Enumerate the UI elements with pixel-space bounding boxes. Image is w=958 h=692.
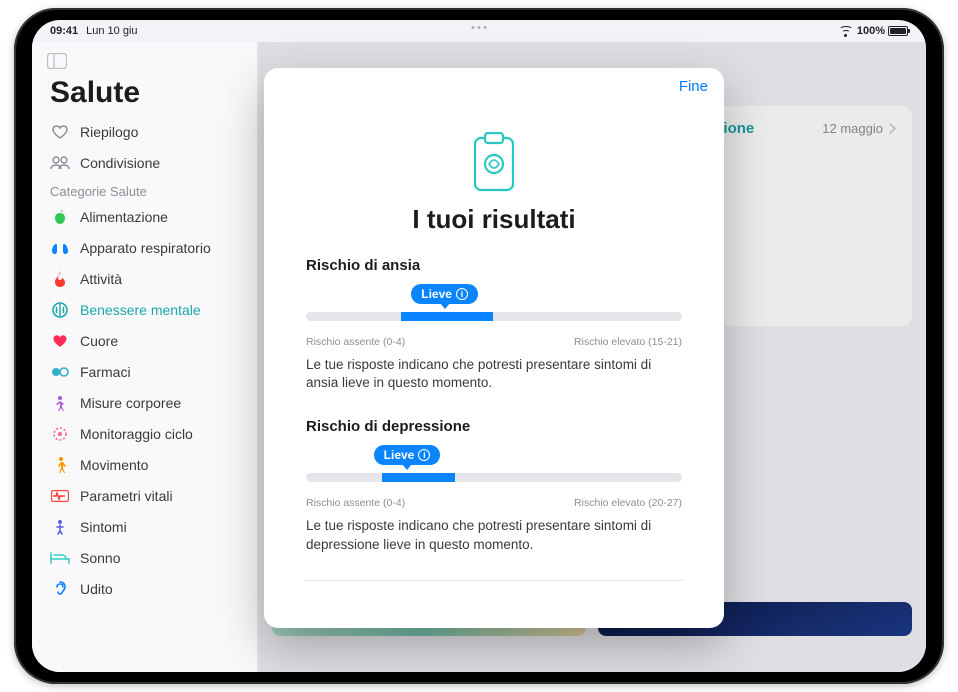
info-icon[interactable]: i	[456, 288, 468, 300]
body-icon	[50, 395, 70, 411]
risk-block: Rischio di ansia Lieve i Rischio assente…	[306, 257, 682, 392]
cycle-icon	[50, 426, 70, 442]
sidebar-item-label: Condivisione	[80, 155, 160, 171]
sidebar-category-ear[interactable]: Udito	[40, 573, 249, 604]
battery-percent: 100%	[857, 25, 885, 37]
risk-scale: Lieve i	[306, 298, 682, 332]
multitask-indicator-icon[interactable]	[472, 26, 487, 29]
sidebar-item-label: Cuore	[80, 333, 118, 349]
results-heading: I tuoi risultati	[306, 204, 682, 235]
sidebar-category-vitals[interactable]: Parametri vitali	[40, 480, 249, 511]
sidebar-section-header: Categorie Salute	[32, 178, 257, 201]
sidebar-item-label: Apparato respiratorio	[80, 240, 211, 256]
heart-icon	[50, 334, 70, 348]
status-time: 09:41	[50, 25, 78, 37]
sidebar-category-symptoms[interactable]: Sintomi	[40, 511, 249, 542]
sidebar-category-cycle[interactable]: Monitoraggio ciclo	[40, 418, 249, 449]
sidebar-item-label: Sonno	[80, 550, 120, 566]
risk-level-label: Lieve	[421, 287, 452, 301]
sidebar-category-heart[interactable]: Cuore	[40, 325, 249, 356]
wifi-icon	[839, 26, 853, 36]
sidebar-item-label: Monitoraggio ciclo	[80, 426, 193, 442]
apple-icon	[50, 209, 70, 225]
sidebar-category-bed[interactable]: Sonno	[40, 542, 249, 573]
sidebar-category-body[interactable]: Misure corporee	[40, 387, 249, 418]
status-date: Lun 10 giu	[86, 25, 137, 37]
pills-icon	[50, 366, 70, 378]
sidebar-item-label: Farmaci	[80, 364, 131, 380]
brain-icon	[50, 302, 70, 318]
risk-scale: Lieve i	[306, 459, 682, 493]
toggle-sidebar-button[interactable]	[44, 50, 70, 72]
info-icon[interactable]: i	[418, 449, 430, 461]
results-clipboard-icon	[466, 130, 522, 196]
sidebar-category-walk[interactable]: Movimento	[40, 449, 249, 480]
heart-outline-icon	[50, 124, 70, 140]
people-icon	[50, 156, 70, 170]
battery-indicator: 100%	[857, 25, 908, 37]
ear-icon	[50, 581, 70, 597]
vitals-icon	[50, 490, 70, 502]
risk-title: Rischio di ansia	[306, 257, 682, 274]
risk-description: Le tue risposte indicano che potresti pr…	[306, 517, 682, 553]
sidebar-item-label: Parametri vitali	[80, 488, 173, 504]
risk-low-label: Rischio assente (0-4)	[306, 497, 405, 509]
sidebar-category-brain[interactable]: Benessere mentale	[40, 294, 249, 325]
results-modal: Fine I tuoi risultati Rischio di ansia L…	[264, 68, 724, 628]
bed-icon	[50, 552, 70, 564]
sidebar-category-pills[interactable]: Farmaci	[40, 356, 249, 387]
sidebar-category-apple[interactable]: Alimentazione	[40, 201, 249, 232]
sidebar-item-heart-outline[interactable]: Riepilogo	[40, 116, 249, 147]
sidebar-item-label: Movimento	[80, 457, 148, 473]
symptoms-icon	[50, 519, 70, 535]
sidebar-item-label: Attività	[80, 271, 122, 287]
sidebar-item-label: Riepilogo	[80, 124, 138, 140]
risk-high-label: Rischio elevato (15-21)	[574, 336, 682, 348]
sidebar-item-label: Sintomi	[80, 519, 127, 535]
sidebar-item-label: Alimentazione	[80, 209, 168, 225]
sidebar-category-lungs[interactable]: Apparato respiratorio	[40, 232, 249, 263]
flame-icon	[50, 271, 70, 287]
sidebar-item-people[interactable]: Condivisione	[40, 147, 249, 178]
risk-title: Rischio di depressione	[306, 418, 682, 435]
walk-icon	[50, 457, 70, 473]
lungs-icon	[50, 241, 70, 255]
screen: 09:41 Lun 10 giu 100%	[32, 20, 926, 672]
sidebar-item-label: Benessere mentale	[80, 302, 201, 318]
sidebar-item-label: Udito	[80, 581, 113, 597]
device-frame: 09:41 Lun 10 giu 100%	[14, 8, 944, 684]
status-bar: 09:41 Lun 10 giu 100%	[32, 20, 926, 42]
risk-high-label: Rischio elevato (20-27)	[574, 497, 682, 509]
sidebar-category-flame[interactable]: Attività	[40, 263, 249, 294]
app-title: Salute	[32, 72, 257, 116]
done-button[interactable]: Fine	[679, 78, 708, 95]
sidebar-item-label: Misure corporee	[80, 395, 181, 411]
sidebar: Salute Riepilogo Condivisione Categorie …	[32, 42, 258, 672]
risk-level-badge[interactable]: Lieve i	[374, 445, 441, 465]
risk-description: Le tue risposte indicano che potresti pr…	[306, 356, 682, 392]
modal-divider	[304, 580, 684, 581]
risk-low-label: Rischio assente (0-4)	[306, 336, 405, 348]
risk-level-label: Lieve	[384, 448, 415, 462]
risk-level-badge[interactable]: Lieve i	[411, 284, 478, 304]
risk-block: Rischio di depressione Lieve i Rischio a…	[306, 418, 682, 553]
